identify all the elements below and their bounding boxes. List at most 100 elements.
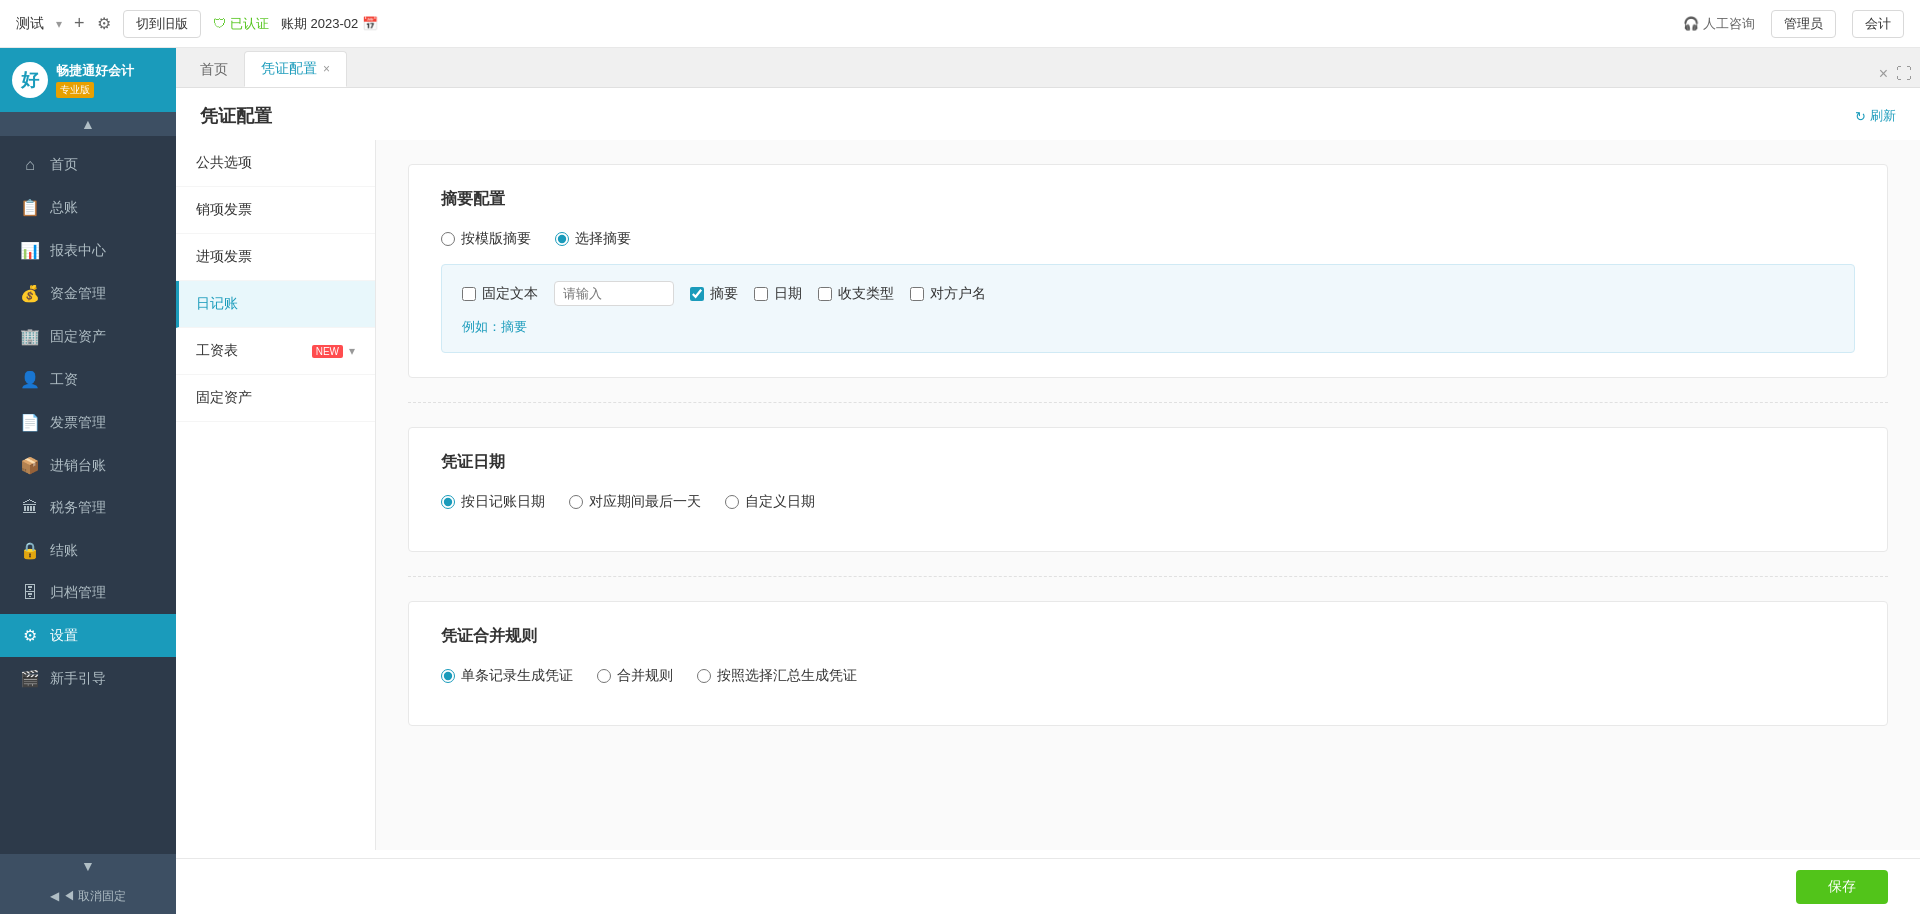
radio-select-summary[interactable]: 选择摘要 (555, 230, 631, 248)
radio-by-selection-input[interactable] (697, 669, 711, 683)
section-divider-2 (408, 576, 1888, 577)
sidebar-scroll-up[interactable]: ▲ (0, 112, 176, 136)
cancel-fixed-icon: ◀ (50, 889, 59, 903)
checkbox-income-type[interactable]: 收支类型 (818, 285, 894, 303)
radio-merge-input[interactable] (597, 669, 611, 683)
radio-merge-rule[interactable]: 合并规则 (597, 667, 673, 685)
sidebar-item-ledger[interactable]: 📋 总账 (0, 186, 176, 229)
gear-icon[interactable]: ⚙ (97, 14, 111, 33)
radio-custom-date[interactable]: 自定义日期 (725, 493, 815, 511)
summary-config-box: 固定文本 摘要 日期 (441, 264, 1855, 353)
sidebar-item-tax[interactable]: 🏛 税务管理 (0, 487, 176, 529)
sidebar-item-guide[interactable]: 🎬 新手引导 (0, 657, 176, 700)
sidebar-item-label: 资金管理 (50, 285, 106, 303)
sidebar-item-label: 报表中心 (50, 242, 106, 260)
config-nav-fixed-assets[interactable]: 固定资产 (176, 375, 375, 422)
consult-button[interactable]: 🎧 人工咨询 (1683, 15, 1755, 33)
date-radio-group: 按日记账日期 对应期间最后一天 自定义日期 (441, 493, 1855, 511)
radio-journal-date-input[interactable] (441, 495, 455, 509)
config-nav-sales-invoice[interactable]: 销项发票 (176, 187, 375, 234)
tab-expand-button[interactable]: ⛶ (1896, 65, 1912, 83)
sidebar-item-close[interactable]: 🔒 结账 (0, 529, 176, 572)
tab-close-button[interactable]: × (1879, 65, 1888, 83)
sidebar-item-label: 总账 (50, 199, 78, 217)
config-nav-payroll[interactable]: 工资表 NEW ▾ (176, 328, 375, 375)
config-nav-journal[interactable]: 日记账 (176, 281, 375, 328)
checkbox-opposite[interactable]: 对方户名 (910, 285, 986, 303)
save-button[interactable]: 保存 (1796, 870, 1888, 904)
radio-template-input[interactable] (441, 232, 455, 246)
income-type-checkbox-input[interactable] (818, 287, 832, 301)
tab-voucher-config[interactable]: 凭证配置 × (244, 51, 347, 87)
radio-journal-date[interactable]: 按日记账日期 (441, 493, 545, 511)
radio-single-input[interactable] (441, 669, 455, 683)
sidebar-item-home[interactable]: ⌂ 首页 (0, 144, 176, 186)
radio-custom-date-input[interactable] (725, 495, 739, 509)
sidebar-item-label: 结账 (50, 542, 78, 560)
purchase-sale-icon: 📦 (20, 456, 40, 475)
sidebar-logo: 好 畅捷通好会计 专业版 (0, 48, 176, 112)
radio-select-input[interactable] (555, 232, 569, 246)
company-chevron-icon[interactable]: ▾ (56, 17, 62, 31)
salary-icon: 👤 (20, 370, 40, 389)
sidebar-item-invoice[interactable]: 📄 发票管理 (0, 401, 176, 444)
opposite-checkbox-input[interactable] (910, 287, 924, 301)
date-checkbox-input[interactable] (754, 287, 768, 301)
radio-by-selection[interactable]: 按照选择汇总生成凭证 (697, 667, 857, 685)
headset-icon: 🎧 (1683, 16, 1699, 31)
sidebar-item-fixed[interactable]: 🏢 固定资产 (0, 315, 176, 358)
radio-template-summary[interactable]: 按模版摘要 (441, 230, 531, 248)
new-badge: NEW (312, 345, 343, 358)
sidebar-item-label: 设置 (50, 627, 78, 645)
switch-old-version-button[interactable]: 切到旧版 (123, 10, 201, 38)
sidebar-item-settings[interactable]: ⚙ 设置 (0, 614, 176, 657)
checkbox-summary[interactable]: 摘要 (690, 285, 738, 303)
accountant-button[interactable]: 会计 (1852, 10, 1904, 38)
tab-bar: 首页 凭证配置 × × ⛶ (176, 48, 1920, 88)
fixed-text-checkbox-input[interactable] (462, 287, 476, 301)
sidebar-item-salary[interactable]: 👤 工资 (0, 358, 176, 401)
radio-period-last-input[interactable] (569, 495, 583, 509)
config-nav-public[interactable]: 公共选项 (176, 140, 375, 187)
add-icon[interactable]: + (74, 13, 85, 34)
page-header: 凭证配置 ↻ 刷新 (176, 88, 1920, 140)
cancel-fixed-button[interactable]: ◀ ◀ 取消固定 (0, 878, 176, 914)
checkbox-date[interactable]: 日期 (754, 285, 802, 303)
page-content: 凭证配置 ↻ 刷新 公共选项 销项发票 进项发票 (176, 88, 1920, 858)
tab-home[interactable]: 首页 (184, 53, 244, 87)
sidebar-item-archive[interactable]: 🗄 归档管理 (0, 572, 176, 614)
sidebar-item-label: 首页 (50, 156, 78, 174)
sidebar-item-label: 发票管理 (50, 414, 106, 432)
tax-icon: 🏛 (20, 499, 40, 517)
admin-button[interactable]: 管理员 (1771, 10, 1836, 38)
section-divider-1 (408, 402, 1888, 403)
sidebar-item-purchase-sale[interactable]: 📦 进销台账 (0, 444, 176, 487)
sidebar: 好 畅捷通好会计 专业版 ▲ ⌂ 首页 📋 总账 📊 报表中心 (0, 48, 176, 914)
summary-section-title: 摘要配置 (441, 189, 1855, 210)
summary-checkbox-input[interactable] (690, 287, 704, 301)
content-area: 首页 凭证配置 × × ⛶ 凭证配置 ↻ 刷新 (176, 48, 1920, 914)
sidebar-item-reports[interactable]: 📊 报表中心 (0, 229, 176, 272)
radio-single-record[interactable]: 单条记录生成凭证 (441, 667, 573, 685)
config-nav-purchase-invoice[interactable]: 进项发票 (176, 234, 375, 281)
settings-icon: ⚙ (20, 626, 40, 645)
sidebar-scroll-down[interactable]: ▼ (0, 854, 176, 878)
calendar-icon[interactable]: 📅 (362, 16, 378, 31)
config-main: 摘要配置 按模版摘要 选择摘要 (376, 140, 1920, 850)
ledger-icon: 📋 (20, 198, 40, 217)
summary-radio-group: 按模版摘要 选择摘要 (441, 230, 1855, 248)
home-icon: ⌂ (20, 156, 40, 174)
close-accounts-icon: 🔒 (20, 541, 40, 560)
tab-close-icon[interactable]: × (323, 62, 330, 76)
example-text: 例如：摘要 (462, 318, 1834, 336)
fixed-text-input[interactable] (554, 281, 674, 306)
radio-period-last[interactable]: 对应期间最后一天 (569, 493, 701, 511)
merge-section-title: 凭证合并规则 (441, 626, 1855, 647)
sidebar-item-label: 工资 (50, 371, 78, 389)
refresh-button[interactable]: ↻ 刷新 (1855, 107, 1896, 125)
sidebar-item-label: 新手引导 (50, 670, 106, 688)
checkbox-fixed-text[interactable]: 固定文本 (462, 285, 538, 303)
sidebar-item-funds[interactable]: 💰 资金管理 (0, 272, 176, 315)
date-section: 凭证日期 按日记账日期 对应期间最后一天 (408, 427, 1888, 552)
company-name: 测试 (16, 15, 44, 33)
